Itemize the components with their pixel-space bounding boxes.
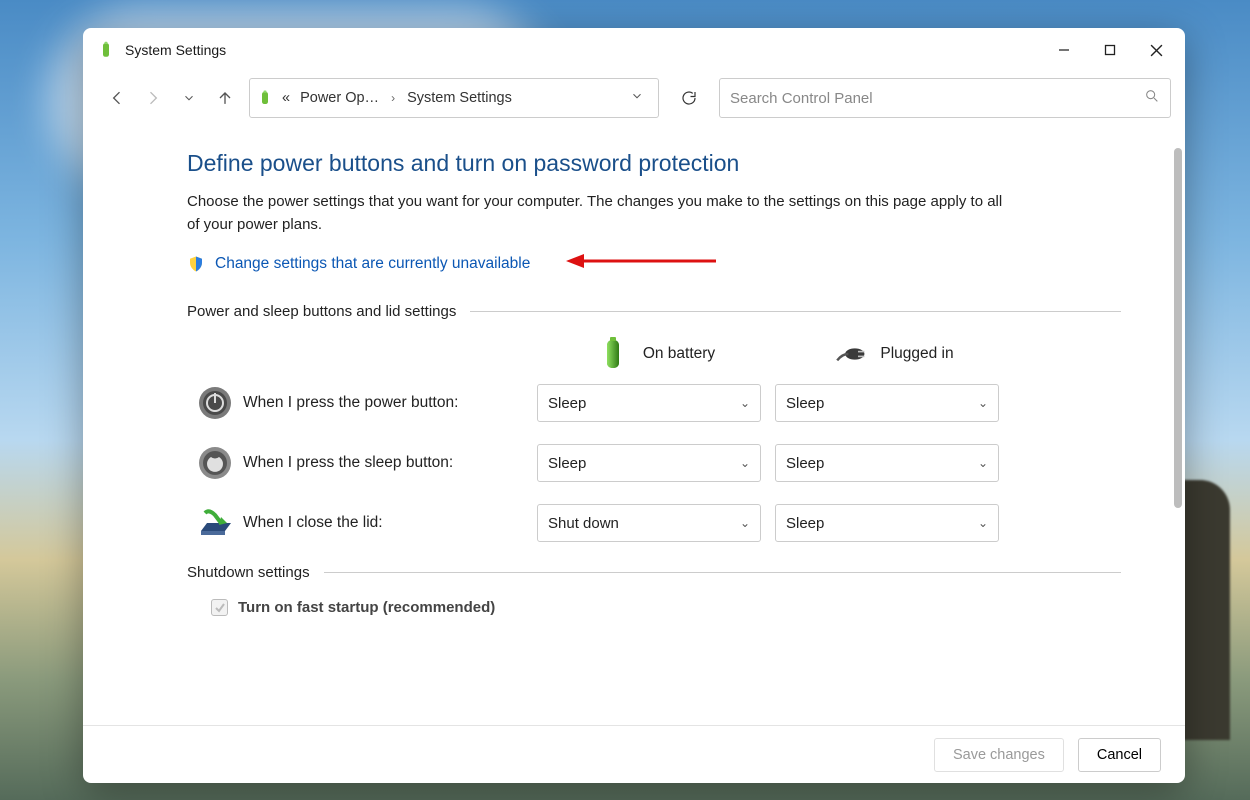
section-buttons-lid-title: Power and sleep buttons and lid settings xyxy=(187,303,456,320)
breadcrumb-item-power-options[interactable]: Power Op… xyxy=(298,88,381,108)
power-button-battery-select[interactable]: Sleep⌄ xyxy=(537,384,761,422)
chevron-down-icon: ⌄ xyxy=(740,396,750,410)
close-lid-battery-select[interactable]: Shut down⌄ xyxy=(537,504,761,542)
cancel-button[interactable]: Cancel xyxy=(1078,738,1161,772)
save-changes-button[interactable]: Save changes xyxy=(934,738,1064,772)
plugged-in-column-label: Plugged in xyxy=(880,345,953,363)
power-button-label: When I press the power button: xyxy=(243,394,537,412)
recent-locations-button[interactable] xyxy=(175,84,203,112)
change-unavailable-settings-link[interactable]: Change settings that are currently unava… xyxy=(215,255,530,273)
breadcrumb-item-system-settings[interactable]: System Settings xyxy=(405,88,514,108)
page-description: Choose the power settings that you want … xyxy=(187,191,1017,236)
chevron-down-icon: ⌄ xyxy=(978,516,988,530)
close-lid-label: When I close the lid: xyxy=(243,514,537,532)
divider xyxy=(470,311,1121,312)
power-button-icon xyxy=(187,385,243,421)
battery-column-icon xyxy=(597,338,629,370)
address-dropdown-button[interactable] xyxy=(622,89,652,108)
plugged-in-column-icon xyxy=(834,338,866,370)
uac-shield-icon xyxy=(187,255,205,273)
close-lid-row: When I close the lid: Shut down⌄ Sleep⌄ xyxy=(187,504,1121,542)
power-options-icon xyxy=(97,41,115,59)
chevron-down-icon: ⌄ xyxy=(978,456,988,470)
on-battery-column-label: On battery xyxy=(643,345,715,363)
forward-button[interactable] xyxy=(139,84,167,112)
search-input[interactable] xyxy=(730,90,1144,107)
content-area: Define power buttons and turn on passwor… xyxy=(83,136,1171,725)
sleep-button-icon xyxy=(187,445,243,481)
sleep-button-label: When I press the sleep button: xyxy=(243,454,537,472)
chevron-right-icon[interactable]: › xyxy=(387,91,399,105)
divider xyxy=(324,572,1121,573)
sleep-button-plugged-select[interactable]: Sleep⌄ xyxy=(775,444,999,482)
up-button[interactable] xyxy=(211,84,239,112)
page-heading: Define power buttons and turn on passwor… xyxy=(187,150,1121,177)
maximize-button[interactable] xyxy=(1087,28,1133,72)
scrollbar-thumb[interactable] xyxy=(1174,148,1182,508)
chevron-down-icon: ⌄ xyxy=(978,396,988,410)
back-button[interactable] xyxy=(103,84,131,112)
window-title: System Settings xyxy=(125,42,226,58)
fast-startup-checkbox[interactable] xyxy=(211,599,228,616)
search-icon[interactable] xyxy=(1144,88,1160,109)
battery-icon xyxy=(256,89,274,107)
refresh-button[interactable] xyxy=(669,78,709,118)
minimize-button[interactable] xyxy=(1041,28,1087,72)
close-lid-plugged-select[interactable]: Sleep⌄ xyxy=(775,504,999,542)
control-panel-window: System Settings « Power Op… xyxy=(83,28,1185,783)
chevron-down-icon: ⌄ xyxy=(740,516,750,530)
chevron-down-icon: ⌄ xyxy=(740,456,750,470)
close-lid-icon xyxy=(187,507,243,539)
footer-bar: Save changes Cancel xyxy=(83,725,1185,783)
sleep-button-battery-select[interactable]: Sleep⌄ xyxy=(537,444,761,482)
fast-startup-label: Turn on fast startup (recommended) xyxy=(238,599,495,616)
breadcrumb-prefix: « xyxy=(280,88,292,108)
address-bar[interactable]: « Power Op… › System Settings xyxy=(249,78,659,118)
power-button-plugged-select[interactable]: Sleep⌄ xyxy=(775,384,999,422)
annotation-arrow xyxy=(566,252,716,275)
section-shutdown-title: Shutdown settings xyxy=(187,564,310,581)
close-button[interactable] xyxy=(1133,28,1179,72)
titlebar: System Settings xyxy=(83,28,1185,72)
power-button-row: When I press the power button: Sleep⌄ Sl… xyxy=(187,384,1121,422)
search-box[interactable] xyxy=(719,78,1171,118)
sleep-button-row: When I press the sleep button: Sleep⌄ Sl… xyxy=(187,444,1121,482)
nav-toolbar: « Power Op… › System Settings xyxy=(83,72,1185,136)
